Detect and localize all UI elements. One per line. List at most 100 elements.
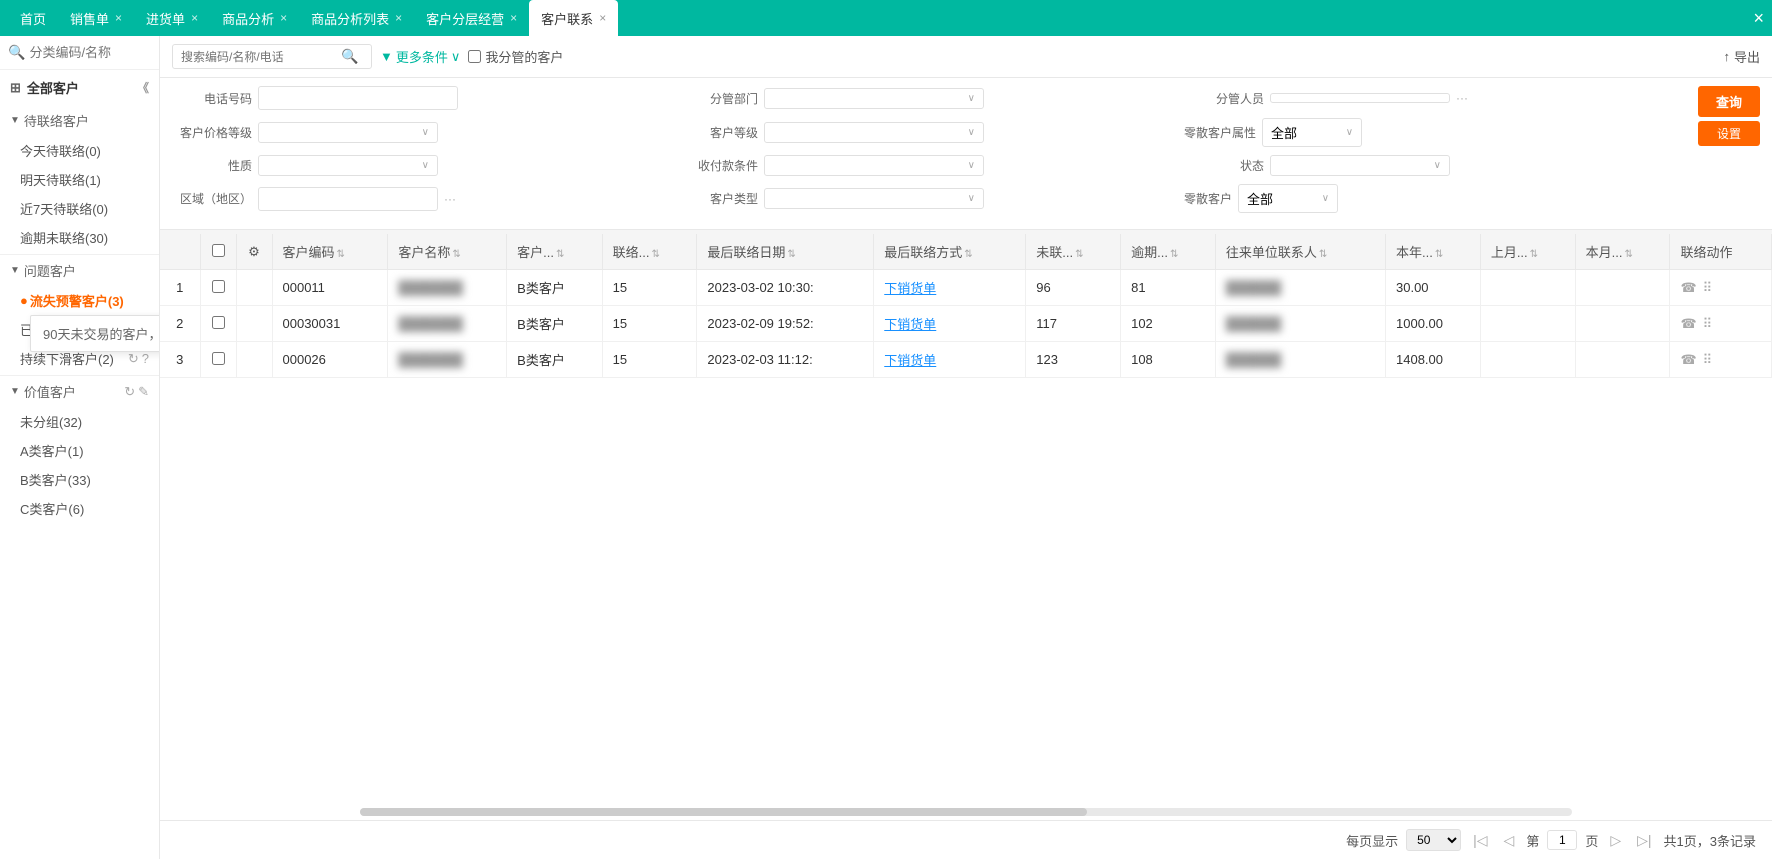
prev-page-button[interactable]: ◁: [1500, 832, 1519, 849]
price-level-select[interactable]: ∨: [258, 122, 438, 143]
nature-label: 性质: [172, 157, 252, 174]
next-page-button[interactable]: ▷: [1606, 832, 1625, 849]
main-layout: 🔍 ⊞ 全部客户 《 ▼ 待联络客户 今天待联络(0) 明天待联络(1) 近7天…: [0, 36, 1772, 859]
cell-overdue: 108: [1121, 342, 1216, 378]
nature-select[interactable]: ∨: [258, 155, 438, 176]
query-button[interactable]: 查询: [1698, 86, 1760, 117]
my-customer-checkbox[interactable]: [468, 50, 481, 63]
export-button[interactable]: ↑ 导出: [1723, 47, 1760, 66]
sidebar-item-ungrouped[interactable]: 未分组(32): [0, 407, 159, 436]
nav-customer-contact[interactable]: 客户联系 ×: [529, 0, 618, 36]
manager-select[interactable]: [1270, 93, 1450, 103]
ling-attr-select[interactable]: 全部 ∨: [1262, 118, 1362, 147]
nav-product-analysis-close[interactable]: ×: [280, 11, 287, 25]
phone-input[interactable]: [258, 86, 458, 110]
action-contact-icon[interactable]: ☎: [1680, 316, 1696, 332]
cell-last-month: [1480, 270, 1575, 306]
contact-method-link[interactable]: 下销货单: [884, 281, 936, 296]
cell-action: ☎ ⠿: [1670, 270, 1772, 306]
sidebar-group-problem[interactable]: ▼ 问题客户: [0, 255, 159, 286]
row-checkbox[interactable]: [212, 280, 225, 293]
more-conditions-button[interactable]: ▼ 更多条件 ∨: [380, 47, 460, 66]
area-dots[interactable]: ···: [444, 192, 456, 206]
ling-customer-select[interactable]: 全部 ∨: [1238, 184, 1338, 213]
cell-last-contact-date: 2023-03-02 10:30:: [697, 270, 874, 306]
window-close-button[interactable]: ×: [1753, 8, 1764, 29]
settings-button[interactable]: 设置: [1698, 121, 1760, 146]
sidebar-item-tomorrow-pending[interactable]: 明天待联络(1): [0, 165, 159, 194]
row-checkbox[interactable]: [212, 352, 225, 365]
cell-unit-contact: ██████: [1215, 306, 1385, 342]
area-input[interactable]: [258, 187, 438, 211]
price-level-label: 客户价格等级: [172, 124, 252, 141]
sidebar-group-value[interactable]: ▼ 价值客户 ↻ ✎: [0, 376, 159, 407]
sidebar-all-customers[interactable]: ⊞ 全部客户 《: [0, 70, 159, 105]
sidebar-item-class-b[interactable]: B类客户(33): [0, 465, 159, 494]
cell-last-contact-method[interactable]: 下销货单: [874, 342, 1026, 378]
nav-sales[interactable]: 销售单 ×: [58, 0, 134, 36]
contact-method-link[interactable]: 下销货单: [884, 317, 936, 332]
customer-type-label: 客户类型: [678, 190, 758, 207]
cell-last-contact-method[interactable]: 下销货单: [874, 270, 1026, 306]
page-number-input[interactable]: [1547, 830, 1577, 850]
scrollbar-thumb[interactable]: [360, 808, 1087, 816]
manager-dots[interactable]: ···: [1456, 91, 1468, 105]
my-customer-checkbox-wrap[interactable]: 我分管的客户: [468, 47, 563, 66]
action-contact-icon[interactable]: ☎: [1680, 352, 1696, 368]
sidebar-item-today-pending[interactable]: 今天待联络(0): [0, 136, 159, 165]
payment-select[interactable]: ∨: [764, 155, 984, 176]
contact-method-link[interactable]: 下销货单: [884, 353, 936, 368]
action-more-icon[interactable]: ⠿: [1703, 316, 1713, 332]
th-overdue: 逾期...⇅: [1121, 234, 1216, 270]
nav-sales-close[interactable]: ×: [115, 11, 122, 25]
select-all-checkbox[interactable]: [212, 244, 225, 257]
cell-not-contacted: 96: [1026, 270, 1121, 306]
nav-customer-contact-close[interactable]: ×: [599, 11, 606, 25]
row-checkbox[interactable]: [212, 316, 225, 329]
filter-group-ling-attr: 零散客户属性 全部 ∨: [1184, 118, 1682, 147]
nav-customer-tier[interactable]: 客户分层经营 ×: [414, 0, 529, 36]
price-level-chevron-icon: ∨: [422, 127, 429, 138]
sidebar-search-input[interactable]: [29, 45, 160, 60]
nav-purchase[interactable]: 进货单 ×: [134, 0, 210, 36]
cell-gear: [236, 342, 272, 378]
last-page-button[interactable]: ▷|: [1633, 832, 1655, 849]
cell-checkbox[interactable]: [200, 306, 236, 342]
nav-home[interactable]: 首页: [8, 0, 58, 36]
cell-checkbox[interactable]: [200, 342, 236, 378]
nav-home-label: 首页: [20, 9, 46, 28]
cell-last-contact-method[interactable]: 下销货单: [874, 306, 1026, 342]
sidebar-collapse-btn[interactable]: 《: [137, 79, 149, 96]
horizontal-scrollbar[interactable]: [160, 804, 1772, 820]
cell-code: 000026: [272, 342, 388, 378]
customer-type-select[interactable]: ∨: [764, 188, 984, 209]
th-gear[interactable]: ⚙: [236, 234, 272, 270]
nav-product-analysis-list-label: 商品分析列表: [311, 9, 389, 28]
search-button[interactable]: 🔍: [341, 48, 358, 65]
nav-product-analysis[interactable]: 商品分析 ×: [210, 0, 299, 36]
filter-group-ling-customer: 零散客户 全部 ∨: [1184, 184, 1682, 213]
sidebar-item-class-c[interactable]: C类客户(6): [0, 494, 159, 523]
action-more-icon[interactable]: ⠿: [1703, 352, 1713, 368]
cell-checkbox[interactable]: [200, 270, 236, 306]
search-input[interactable]: [181, 50, 341, 64]
sidebar-item-7days-pending[interactable]: 近7天待联络(0): [0, 194, 159, 223]
nav-purchase-close[interactable]: ×: [191, 11, 198, 25]
filter-row-2: 客户价格等级 ∨ 客户等级 ∨: [172, 118, 1682, 147]
dept-select[interactable]: ∨: [764, 88, 984, 109]
nav-product-analysis-list[interactable]: 商品分析列表 ×: [299, 0, 414, 36]
nav-product-analysis-list-close[interactable]: ×: [395, 11, 402, 25]
th-checkbox: [200, 234, 236, 270]
status-select[interactable]: ∨: [1270, 155, 1450, 176]
action-more-icon[interactable]: ⠿: [1703, 280, 1713, 296]
sidebar-item-class-a[interactable]: A类客户(1): [0, 436, 159, 465]
sort-unit-icon: ⇅: [1319, 249, 1327, 260]
nav-customer-tier-close[interactable]: ×: [510, 11, 517, 25]
sidebar-group-pending[interactable]: ▼ 待联络客户: [0, 105, 159, 136]
sidebar-item-churn-warning[interactable]: ● 流失预警客户(3): [0, 286, 159, 315]
per-page-select[interactable]: 50 100 200: [1406, 829, 1461, 851]
customer-level-select[interactable]: ∨: [764, 122, 984, 143]
first-page-button[interactable]: |◁: [1469, 832, 1491, 849]
action-contact-icon[interactable]: ☎: [1680, 280, 1696, 296]
sidebar-item-overdue-pending[interactable]: 逾期未联络(30): [0, 223, 159, 252]
